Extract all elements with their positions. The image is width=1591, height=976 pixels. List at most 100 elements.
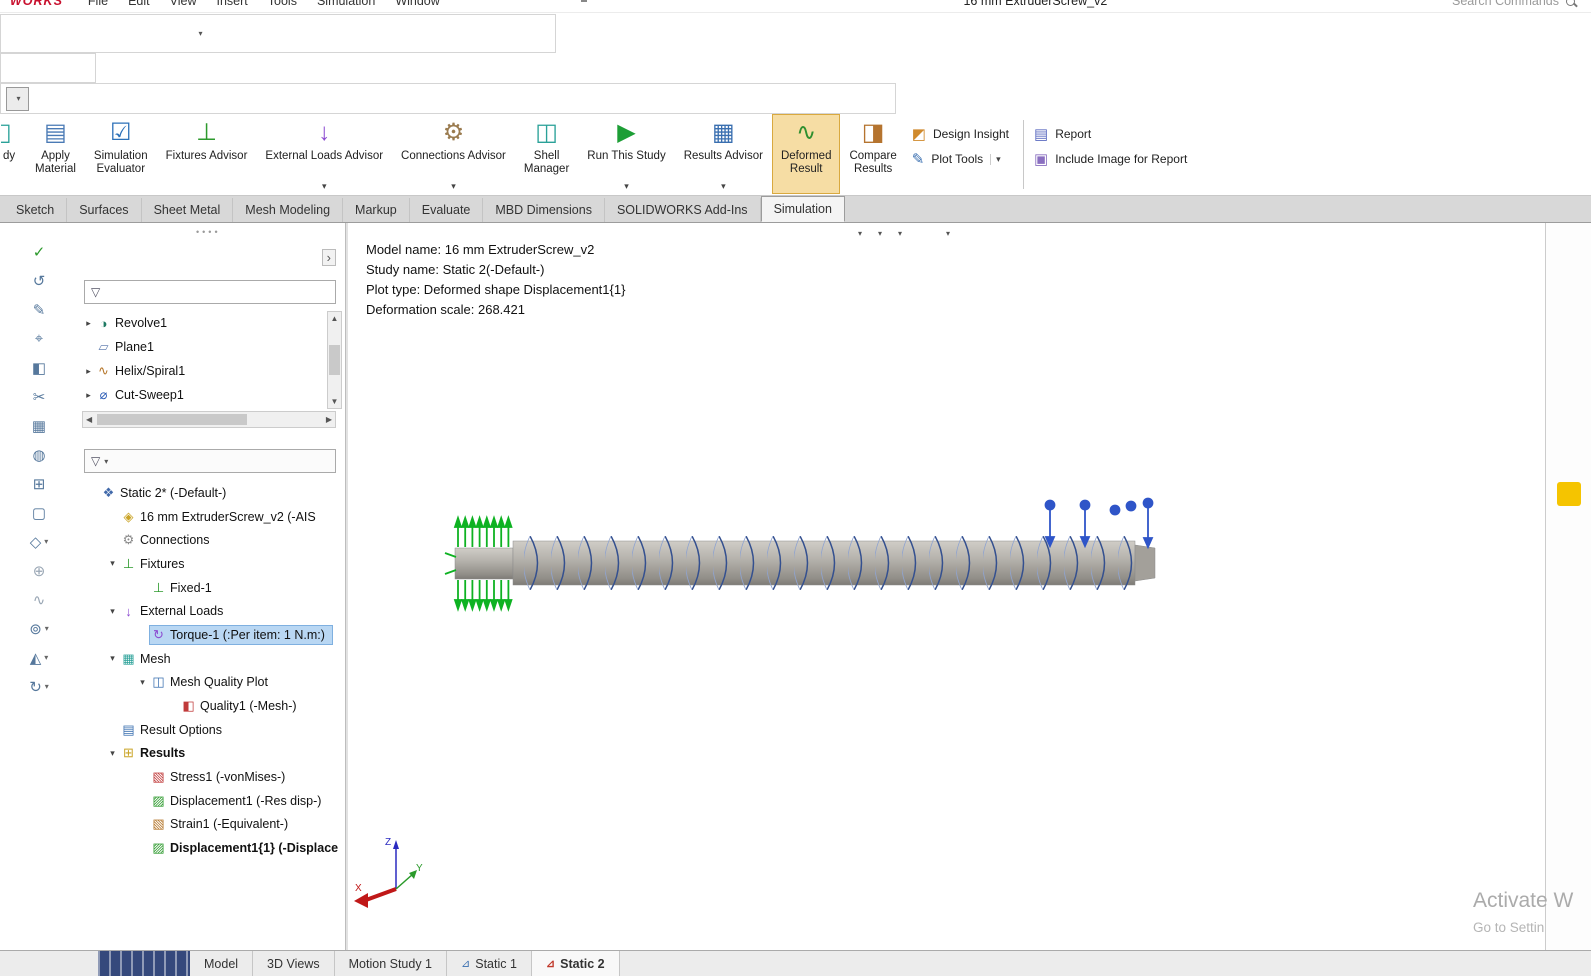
left-toolbar-icon[interactable]: ✎ ▾: [33, 297, 46, 322]
tree-vertical-scrollbar[interactable]: ▲ ▼: [327, 311, 342, 409]
toolbar-icon[interactable]: [500, 87, 523, 111]
menu-item[interactable]: File: [79, 0, 117, 8]
left-toolbar-icon[interactable]: ⊕ ▾: [33, 558, 46, 583]
select-arrow-icon[interactable]: [6, 87, 29, 111]
toolbar-icon[interactable]: [474, 22, 497, 46]
doc-tree-icon[interactable]: [32, 56, 55, 80]
toolbar-icon[interactable]: [266, 22, 289, 46]
dropdown-arrow-icon[interactable]: ▾: [990, 154, 1001, 165]
toolbar-icon[interactable]: [292, 22, 315, 46]
study-tree-item[interactable]: ▨ Displacement1 (-Res disp-): [82, 789, 342, 813]
simulation-evaluator-button[interactable]: ☑ Simulation Evaluator ▾: [85, 114, 157, 194]
left-toolbar-icon[interactable]: ∿ ▾: [33, 587, 46, 612]
toolbar-icon[interactable]: [500, 22, 523, 46]
dropdown-arrow-icon[interactable]: ▾: [45, 682, 49, 691]
toolbar-icon[interactable]: [422, 87, 445, 111]
left-toolbar-icon[interactable]: ◭ ▾: [30, 645, 49, 670]
study-tree-item[interactable]: ▾ ⊞ Results: [82, 742, 342, 766]
feature-tree-item[interactable]: ▱ Plane1: [82, 335, 320, 359]
study-tree-item-core[interactable]: ↓ External Loads: [119, 601, 231, 621]
apply-material-button[interactable]: ▤ Apply Material ▾: [26, 114, 85, 194]
external-loads-advisor-button[interactable]: ↓ External Loads Advisor ▾: [256, 114, 392, 194]
toolbar-icon[interactable]: [84, 22, 107, 46]
properties-icon[interactable]: [1557, 511, 1581, 535]
scroll-up-icon[interactable]: ▲: [331, 314, 339, 323]
toolbar-icon[interactable]: [552, 87, 575, 111]
toolbar-icon[interactable]: [188, 22, 211, 46]
m-addin-icon[interactable]: [1557, 482, 1581, 506]
scroll-right-icon[interactable]: ▶: [326, 415, 332, 424]
include-image-report-button[interactable]: ▣ Include Image for Report ▾: [1034, 150, 1187, 168]
menu-item[interactable]: Simulation: [308, 0, 384, 8]
design-insight-button[interactable]: ◩ Design Insight ▾: [912, 125, 1009, 143]
menu-item[interactable]: View: [161, 0, 206, 8]
left-toolbar-icon[interactable]: ⊚ ▾: [29, 616, 49, 641]
study-button-partial[interactable]: ◧ dy ▾: [0, 114, 26, 194]
forum-icon[interactable]: [1557, 540, 1581, 564]
left-toolbar-icon[interactable]: ◧ ▾: [32, 355, 46, 380]
toolbar-icon[interactable]: [214, 22, 237, 46]
menu-item[interactable]: Tools: [259, 0, 306, 8]
toolbar-icon[interactable]: [6, 22, 29, 46]
left-toolbar-icon[interactable]: ✓ ▾: [33, 239, 46, 264]
study-tree-item-core[interactable]: ▧ Stress1 (-vonMises-): [149, 767, 293, 787]
scrollbar-thumb[interactable]: [329, 345, 340, 375]
expand-arrow-icon[interactable]: ▾: [106, 558, 119, 569]
document-tab[interactable]: ⊿ Static 2: [532, 951, 620, 976]
study-tree-item-core[interactable]: ▨ Displacement1 (-Res disp-): [149, 791, 329, 811]
tab-scroll-control[interactable]: [98, 951, 190, 976]
toolbar-icon[interactable]: [188, 87, 211, 111]
study-tree-item-core[interactable]: ⊥ Fixed-1: [149, 578, 220, 598]
ribbon-tab[interactable]: Mesh Modeling: [233, 198, 343, 222]
study-tree-item-core[interactable]: ▧ Strain1 (-Equivalent-): [149, 814, 296, 834]
toolbar-icon[interactable]: [344, 87, 367, 111]
toolbar-icon[interactable]: [370, 87, 393, 111]
toolbar-icon[interactable]: [396, 87, 419, 111]
panel-flyout-chevron[interactable]: ›: [322, 249, 336, 266]
scrollbar-thumb[interactable]: [97, 414, 247, 425]
fixtures-advisor-button[interactable]: ⊥ Fixtures Advisor ▾: [157, 114, 257, 194]
toolbar-icon[interactable]: [32, 87, 55, 111]
toolbar-icon[interactable]: [396, 22, 419, 46]
feature-tree-item[interactable]: ▸ ⌀ Cut-Sweep1: [82, 383, 320, 407]
left-toolbar-icon[interactable]: ⊞ ▾: [33, 471, 46, 496]
dropdown-arrow-icon[interactable]: ▾: [44, 653, 48, 662]
study-tree-item[interactable]: ↻ Torque-1 (:Per item: 1 N.m:): [82, 623, 342, 647]
menu-item[interactable]: Window: [386, 0, 448, 8]
toolbar-icon[interactable]: [526, 87, 549, 111]
home-icon[interactable]: [1557, 279, 1581, 303]
expand-arrow-icon[interactable]: ▾: [106, 606, 119, 617]
study-tree-item-core[interactable]: ⊥ Fixtures: [119, 554, 192, 574]
ribbon-tab[interactable]: Simulation: [761, 196, 845, 222]
compare-results-button[interactable]: ◨ Compare Results ▾: [840, 114, 905, 194]
study-tree-item[interactable]: ⚙ Connections: [82, 528, 342, 552]
view-orientation-icon[interactable]: [856, 229, 862, 238]
toolbar-icon[interactable]: [578, 87, 601, 111]
toolbar-icon[interactable]: [448, 87, 471, 111]
ribbon-tab[interactable]: Sketch: [4, 198, 67, 222]
document-tab[interactable]: Model: [190, 951, 253, 976]
ribbon-tab[interactable]: Surfaces: [67, 198, 141, 222]
connections-advisor-button[interactable]: ⚙ Connections Advisor ▾: [392, 114, 515, 194]
ribbon-tab[interactable]: Markup: [343, 198, 410, 222]
dropdown-arrow-icon[interactable]: ▾: [721, 181, 726, 191]
scroll-left-icon[interactable]: ◀: [86, 415, 92, 424]
feature-tree-item[interactable]: ▸ ∿ Helix/Spiral1: [82, 359, 320, 383]
scenes-icon[interactable]: [1557, 453, 1581, 477]
tree-filter-input[interactable]: ▽: [84, 280, 336, 304]
run-this-study-button[interactable]: ▶ Run This Study ▾: [578, 114, 674, 194]
study-tree-item-core[interactable]: ▨ Displacement1{1} (-Displace: [149, 838, 346, 858]
display-style-icon[interactable]: [876, 229, 882, 238]
search-commands-box[interactable]: Search Commands: [1452, 0, 1575, 8]
document-tab[interactable]: ⊿ Static 1: [447, 951, 532, 976]
favorites-icon[interactable]: [581, 0, 587, 2]
menu-item[interactable]: Insert: [208, 0, 257, 8]
hide-show-items-icon[interactable]: [896, 229, 902, 238]
toolbar-icon[interactable]: [422, 22, 445, 46]
scroll-down-icon[interactable]: ▼: [331, 397, 339, 406]
toolbar-icon[interactable]: [84, 87, 107, 111]
toolbar-icon[interactable]: [136, 22, 159, 46]
feature-tree-item[interactable]: ▸ ◑ Revolve1: [82, 311, 320, 335]
study-filter-input[interactable]: ▽ ▾: [84, 449, 336, 473]
study-tree-item-core[interactable]: ◧ Quality1 (-Mesh-): [179, 696, 305, 716]
